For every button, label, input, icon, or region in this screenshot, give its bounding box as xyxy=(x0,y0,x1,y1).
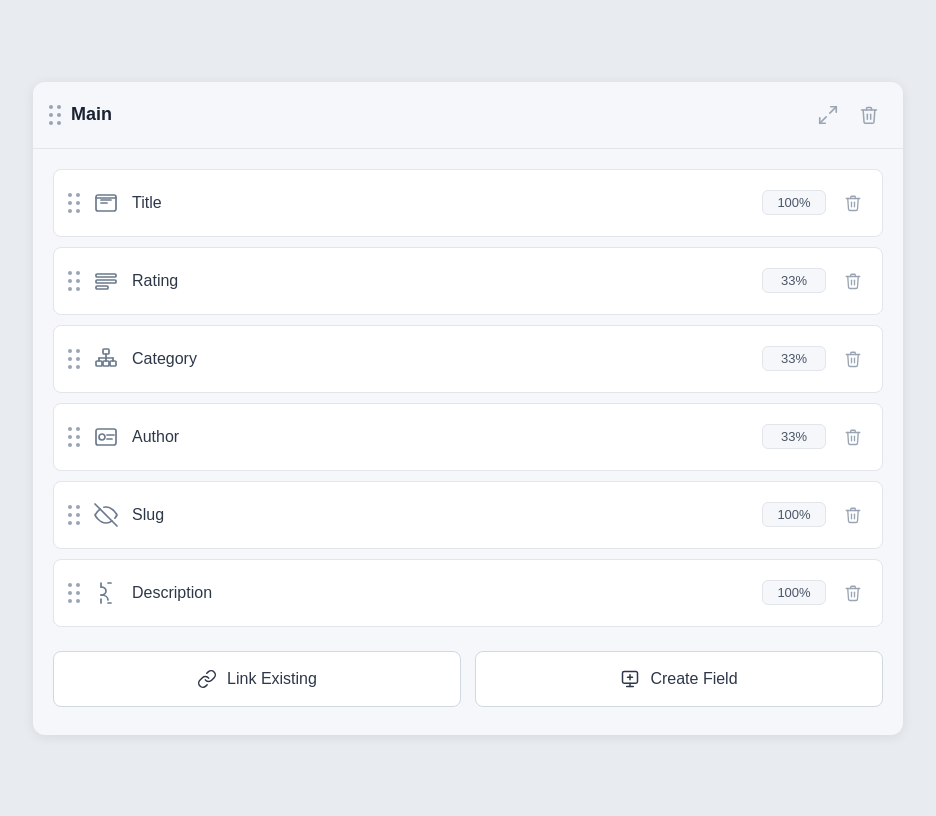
field-drag-author[interactable] xyxy=(68,427,80,447)
svg-rect-7 xyxy=(96,286,108,289)
field-name-author: Author xyxy=(132,428,750,446)
delete-slug-button[interactable] xyxy=(838,501,868,529)
field-row-author: Author 33% xyxy=(53,403,883,471)
field-drag-rating[interactable] xyxy=(68,271,80,291)
field-width-slug: 100% xyxy=(762,502,826,527)
expand-button[interactable] xyxy=(813,100,843,130)
create-field-button[interactable]: Create Field xyxy=(475,651,883,707)
field-row-category: Category 33% xyxy=(53,325,883,393)
field-width-title: 100% xyxy=(762,190,826,215)
field-width-category: 33% xyxy=(762,346,826,371)
link-icon xyxy=(197,669,217,689)
create-field-icon xyxy=(620,669,640,689)
field-drag-category[interactable] xyxy=(68,349,80,369)
field-name-rating: Rating xyxy=(132,272,750,290)
field-name-category: Category xyxy=(132,350,750,368)
action-buttons: Link Existing Create Field xyxy=(33,627,903,707)
rating-icon xyxy=(92,267,120,295)
description-icon xyxy=(92,579,120,607)
drag-handle[interactable] xyxy=(49,105,61,125)
link-existing-label: Link Existing xyxy=(227,670,317,688)
field-row-rating: Rating 33% xyxy=(53,247,883,315)
field-row-description: Description 100% xyxy=(53,559,883,627)
field-drag-description[interactable] xyxy=(68,583,80,603)
card-title: Main xyxy=(71,104,112,125)
field-row-title: Title 100% xyxy=(53,169,883,237)
svg-point-18 xyxy=(99,434,105,440)
delete-author-button[interactable] xyxy=(838,423,868,451)
field-name-description: Description xyxy=(132,584,750,602)
delete-description-button[interactable] xyxy=(838,579,868,607)
field-name-slug: Slug xyxy=(132,506,750,524)
field-width-rating: 33% xyxy=(762,268,826,293)
main-card: Main xyxy=(33,82,903,735)
svg-line-1 xyxy=(820,116,826,122)
title-icon xyxy=(92,189,120,217)
field-name-title: Title xyxy=(132,194,750,212)
field-row-slug: Slug 100% xyxy=(53,481,883,549)
header-left: Main xyxy=(49,104,112,125)
slug-icon xyxy=(92,501,120,529)
header-actions xyxy=(813,100,883,130)
svg-rect-6 xyxy=(96,280,116,283)
author-icon xyxy=(92,423,120,451)
field-drag-slug[interactable] xyxy=(68,505,80,525)
field-width-author: 33% xyxy=(762,424,826,449)
field-width-description: 100% xyxy=(762,580,826,605)
fields-list: Title 100% xyxy=(33,149,903,627)
delete-rating-button[interactable] xyxy=(838,267,868,295)
card-header: Main xyxy=(33,82,903,149)
delete-title-button[interactable] xyxy=(838,189,868,217)
svg-rect-5 xyxy=(96,274,116,277)
delete-card-button[interactable] xyxy=(855,100,883,130)
create-field-label: Create Field xyxy=(650,670,737,688)
field-drag-title[interactable] xyxy=(68,193,80,213)
delete-category-button[interactable] xyxy=(838,345,868,373)
svg-line-0 xyxy=(830,106,836,112)
category-icon xyxy=(92,345,120,373)
link-existing-button[interactable]: Link Existing xyxy=(53,651,461,707)
